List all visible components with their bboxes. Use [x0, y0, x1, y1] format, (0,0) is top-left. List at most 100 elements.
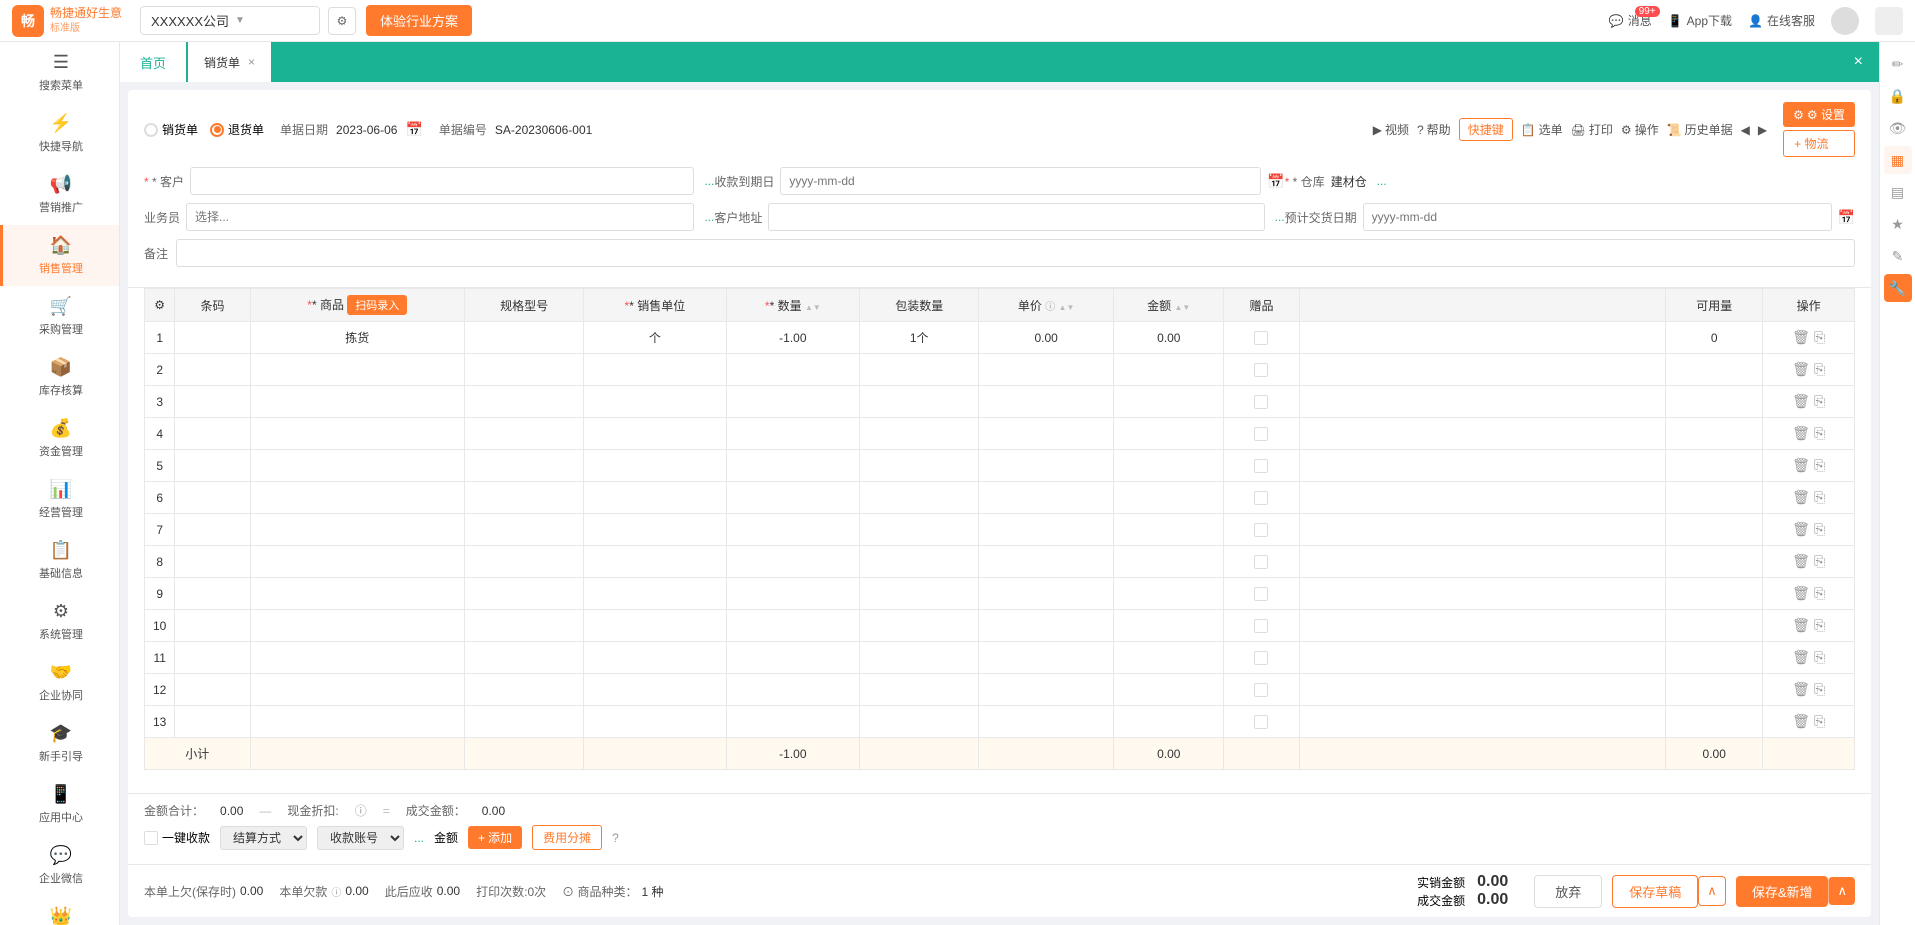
- row-gift[interactable]: [1224, 322, 1299, 354]
- row-spec[interactable]: [465, 514, 584, 546]
- delete-icon[interactable]: 🗑: [1792, 713, 1810, 730]
- row-product[interactable]: [250, 578, 465, 610]
- row-barcode[interactable]: [175, 450, 250, 482]
- copy-icon[interactable]: ⎘: [1814, 649, 1825, 666]
- unit-price-sort-icon[interactable]: ▲▼: [1059, 303, 1075, 312]
- row-unit[interactable]: [584, 610, 726, 642]
- sidebar-item-system[interactable]: ⚙ 系统管理: [0, 591, 119, 652]
- logistic-button[interactable]: + 物流: [1783, 130, 1855, 157]
- delete-icon[interactable]: 🗑: [1792, 489, 1810, 506]
- sidebar-item-basic-info[interactable]: 📋 基础信息: [0, 530, 119, 591]
- warehouse-dots-button[interactable]: ...: [1377, 174, 1387, 188]
- tab-close-right-button[interactable]: ×: [1854, 53, 1879, 71]
- row-amount[interactable]: [1114, 706, 1224, 738]
- row-quantity[interactable]: [726, 354, 860, 386]
- rt-star-button[interactable]: ★: [1884, 210, 1912, 238]
- copy-icon[interactable]: ⎘: [1814, 425, 1825, 442]
- row-gift[interactable]: [1224, 546, 1299, 578]
- trial-button[interactable]: 体验行业方案: [366, 5, 472, 36]
- row-unit-price[interactable]: 0.00: [979, 322, 1114, 354]
- remark-input[interactable]: [176, 239, 1855, 267]
- row-spec[interactable]: [465, 610, 584, 642]
- row-quantity[interactable]: [726, 482, 860, 514]
- row-barcode[interactable]: [175, 354, 250, 386]
- row-gift[interactable]: [1224, 386, 1299, 418]
- print-button[interactable]: 🖨 打印: [1571, 121, 1613, 138]
- message-button[interactable]: 💬 消息 99+: [1609, 12, 1652, 29]
- staff-dots-button[interactable]: ...: [704, 210, 714, 224]
- rt-edit-button[interactable]: ✏: [1884, 50, 1912, 78]
- payment-dots-button[interactable]: ...: [414, 831, 424, 845]
- row-unit[interactable]: [584, 642, 726, 674]
- row-barcode[interactable]: [175, 386, 250, 418]
- radio-sales-order[interactable]: 销货单: [144, 121, 198, 138]
- row-barcode[interactable]: [175, 482, 250, 514]
- row-amount[interactable]: [1114, 642, 1224, 674]
- row-package-qty[interactable]: [860, 450, 979, 482]
- quantity-sort-icon[interactable]: ▲▼: [805, 303, 821, 312]
- row-barcode[interactable]: [175, 610, 250, 642]
- row-spec[interactable]: [465, 450, 584, 482]
- delete-icon[interactable]: 🗑: [1792, 585, 1810, 602]
- operate-button[interactable]: ⚙ 操作: [1621, 121, 1659, 138]
- row-spec[interactable]: [465, 482, 584, 514]
- history-button[interactable]: 📜 历史单据: [1667, 121, 1733, 138]
- row-product[interactable]: [250, 514, 465, 546]
- row-amount[interactable]: 0.00: [1114, 322, 1224, 354]
- row-package-qty[interactable]: [860, 674, 979, 706]
- copy-icon[interactable]: ⎘: [1814, 393, 1825, 410]
- copy-icon[interactable]: ⎘: [1814, 553, 1825, 570]
- copy-icon[interactable]: ⎘: [1814, 489, 1825, 506]
- delete-icon[interactable]: 🗑: [1792, 617, 1810, 634]
- row-product[interactable]: [250, 610, 465, 642]
- row-unit[interactable]: 个: [584, 322, 726, 354]
- one-click-payment-checkbox[interactable]: 一键收款: [144, 829, 210, 846]
- sidebar-item-app-center[interactable]: 📱 应用中心: [0, 774, 119, 835]
- pick-button[interactable]: 📋 选单: [1521, 121, 1563, 138]
- row-gift[interactable]: [1224, 354, 1299, 386]
- row-unit[interactable]: [584, 706, 726, 738]
- row-amount[interactable]: [1114, 482, 1224, 514]
- row-product[interactable]: [250, 706, 465, 738]
- radio-return-order[interactable]: 退货单: [210, 121, 264, 138]
- row-package-qty[interactable]: [860, 514, 979, 546]
- row-product[interactable]: 拣货: [250, 322, 465, 354]
- prev-record-button[interactable]: ◀: [1741, 123, 1750, 137]
- delete-icon[interactable]: 🗑: [1792, 521, 1810, 538]
- row-product[interactable]: [250, 642, 465, 674]
- delete-icon[interactable]: 🗑: [1792, 457, 1810, 474]
- row-unit-price[interactable]: [979, 706, 1114, 738]
- row-gift[interactable]: [1224, 642, 1299, 674]
- row-quantity[interactable]: [726, 514, 860, 546]
- row-quantity[interactable]: [726, 578, 860, 610]
- shortcut-button[interactable]: 快捷键: [1459, 118, 1513, 141]
- row-unit[interactable]: [584, 386, 726, 418]
- sidebar-item-wechat[interactable]: 💬 企业微信: [0, 835, 119, 896]
- row-spec[interactable]: [465, 706, 584, 738]
- tab-sales-order[interactable]: 销货单 ×: [188, 42, 271, 82]
- copy-icon[interactable]: ⎘: [1814, 681, 1825, 698]
- row-unit[interactable]: [584, 354, 726, 386]
- staff-input[interactable]: [186, 203, 694, 231]
- row-amount[interactable]: [1114, 418, 1224, 450]
- row-quantity[interactable]: [726, 418, 860, 450]
- row-package-qty[interactable]: [860, 418, 979, 450]
- rt-eye-button[interactable]: 👁: [1884, 114, 1912, 142]
- row-quantity[interactable]: -1.00: [726, 322, 860, 354]
- row-product[interactable]: [250, 674, 465, 706]
- row-gift[interactable]: [1224, 674, 1299, 706]
- copy-icon[interactable]: ⎘: [1814, 585, 1825, 602]
- unit-price-info-icon[interactable]: ⓘ: [1045, 302, 1055, 313]
- row-unit[interactable]: [584, 514, 726, 546]
- abandon-button[interactable]: 放弃: [1534, 875, 1602, 908]
- row-product[interactable]: [250, 354, 465, 386]
- delete-icon[interactable]: 🗑: [1792, 553, 1810, 570]
- sidebar-item-sales[interactable]: 🏠 销售管理: [0, 225, 119, 286]
- sidebar-item-quick-nav[interactable]: ⚡ 快捷导航: [0, 103, 119, 164]
- row-quantity[interactable]: [726, 674, 860, 706]
- row-unit-price[interactable]: [979, 578, 1114, 610]
- row-amount[interactable]: [1114, 610, 1224, 642]
- row-product[interactable]: [250, 546, 465, 578]
- row-gift[interactable]: [1224, 578, 1299, 610]
- row-package-qty[interactable]: [860, 546, 979, 578]
